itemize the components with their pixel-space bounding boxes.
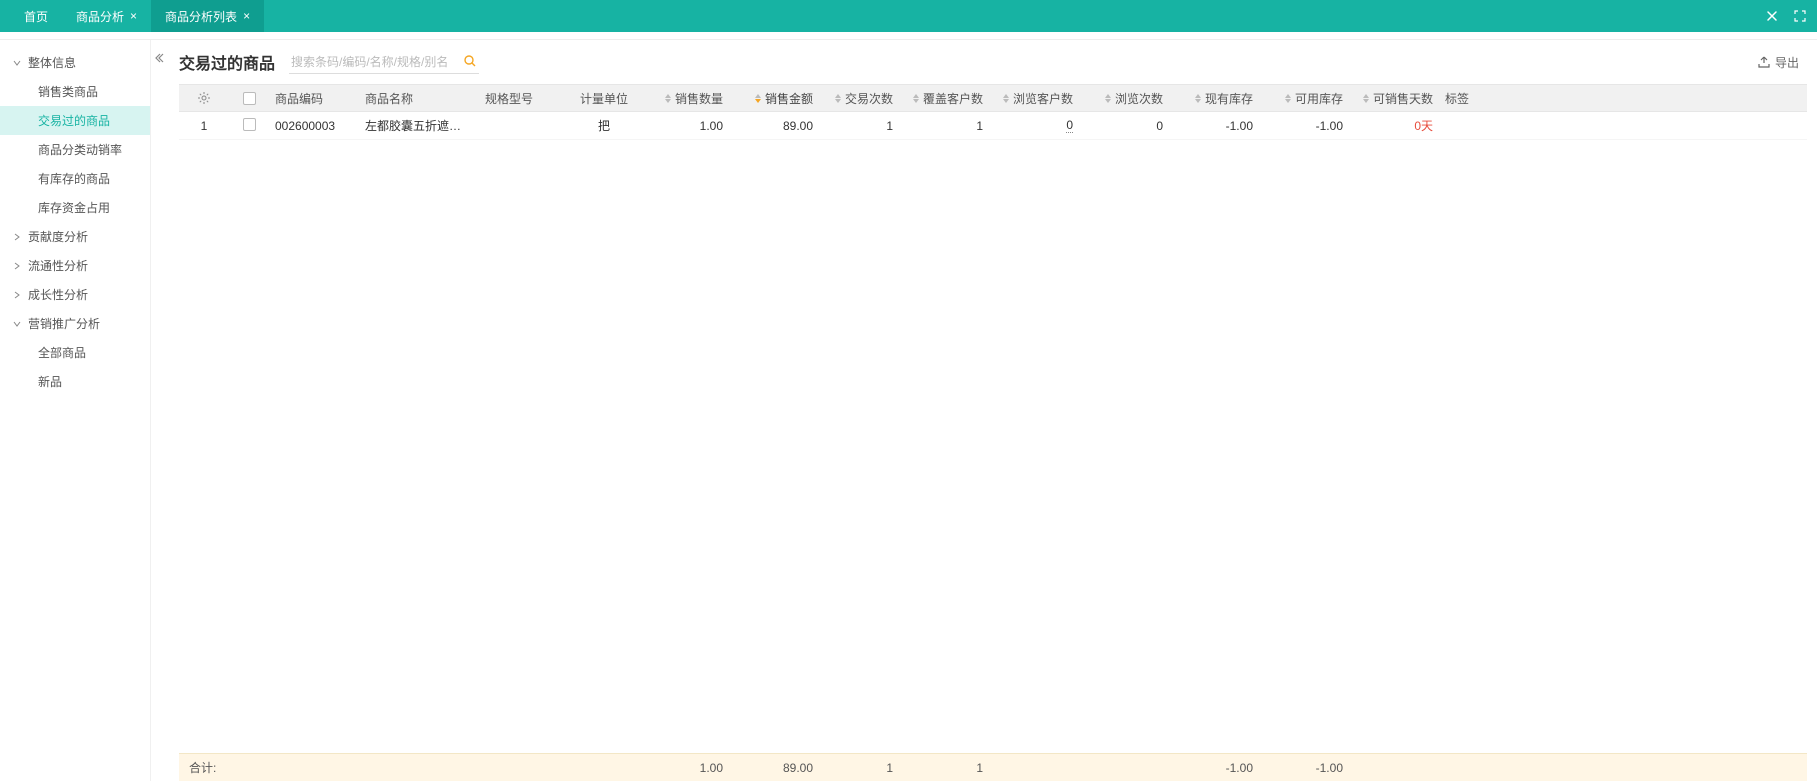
sidebar-group-marketing: 营销推广分析 全部商品 新品 bbox=[0, 309, 150, 396]
chevron-down-icon bbox=[12, 320, 22, 328]
td-code: 002600003 bbox=[269, 119, 359, 133]
td-unit: 把 bbox=[569, 117, 639, 134]
table: 商品编码 商品名称 规格型号 计量单位 销售数量 销售金额 交易次数 覆盖客户数… bbox=[151, 84, 1807, 781]
chevron-down-icon bbox=[12, 59, 22, 67]
sidebar-group-contribution: 贡献度分析 bbox=[0, 222, 150, 251]
th-sale-amt[interactable]: 销售金额 bbox=[729, 90, 819, 107]
sidebar-group-label: 流通性分析 bbox=[28, 257, 88, 274]
sidebar-item-instock-products[interactable]: 有库存的商品 bbox=[0, 164, 150, 193]
th-gear[interactable] bbox=[179, 91, 229, 105]
sidebar-group-header[interactable]: 贡献度分析 bbox=[0, 222, 150, 251]
sidebar-group-growth: 成长性分析 bbox=[0, 280, 150, 309]
td-view-cust: 0 bbox=[989, 118, 1079, 133]
sidebar-group-label: 成长性分析 bbox=[28, 286, 88, 303]
fullscreen-icon[interactable] bbox=[1791, 7, 1809, 25]
td-days: 0天 bbox=[1349, 117, 1439, 134]
td-checkbox[interactable] bbox=[229, 118, 269, 134]
footer-sale-qty: 1.00 bbox=[639, 761, 729, 775]
footer-customers: 1 bbox=[899, 761, 989, 775]
sidebar-group-label: 营销推广分析 bbox=[28, 315, 100, 332]
page-title: 交易过的商品 bbox=[179, 50, 275, 74]
th-code[interactable]: 商品编码 bbox=[269, 90, 359, 107]
main: 交易过的商品 导出 bbox=[150, 40, 1817, 781]
tab-home[interactable]: 首页 bbox=[10, 0, 62, 32]
td-sale-amt: 89.00 bbox=[729, 119, 819, 133]
sidebar-group-header[interactable]: 成长性分析 bbox=[0, 280, 150, 309]
sidebar-group-liquidity: 流通性分析 bbox=[0, 251, 150, 280]
td-avail: -1.00 bbox=[1259, 119, 1349, 133]
sidebar-group-label: 贡献度分析 bbox=[28, 228, 88, 245]
th-unit[interactable]: 计量单位 bbox=[569, 90, 639, 107]
export-label: 导出 bbox=[1775, 54, 1799, 71]
td-views: 0 bbox=[1079, 119, 1169, 133]
collapse-sidebar-button[interactable] bbox=[149, 46, 169, 70]
th-stock[interactable]: 现有库存 bbox=[1169, 90, 1259, 107]
export-button[interactable]: 导出 bbox=[1757, 54, 1799, 71]
sidebar-item-traded-products[interactable]: 交易过的商品 bbox=[0, 106, 150, 135]
gear-icon bbox=[197, 91, 211, 105]
search-input[interactable] bbox=[289, 51, 479, 73]
footer-stock: -1.00 bbox=[1169, 761, 1259, 775]
footer-avail: -1.00 bbox=[1259, 761, 1349, 775]
sidebar-group-header[interactable]: 流通性分析 bbox=[0, 251, 150, 280]
tab-label: 商品分析列表 bbox=[165, 8, 237, 25]
table-header: 商品编码 商品名称 规格型号 计量单位 销售数量 销售金额 交易次数 覆盖客户数… bbox=[179, 84, 1807, 112]
checkbox-icon bbox=[243, 118, 256, 131]
page-header: 交易过的商品 导出 bbox=[151, 46, 1807, 84]
sidebar-group-header[interactable]: 营销推广分析 bbox=[0, 309, 150, 338]
td-customers: 1 bbox=[899, 119, 989, 133]
sidebar-group-header[interactable]: 整体信息 bbox=[0, 48, 150, 77]
tab-product-analysis[interactable]: 商品分析 × bbox=[62, 0, 151, 32]
tabbar-right bbox=[1763, 0, 1817, 32]
tab-bar: 首页 商品分析 × 商品分析列表 × bbox=[0, 0, 1817, 32]
close-all-icon[interactable] bbox=[1763, 7, 1781, 25]
th-spec[interactable]: 规格型号 bbox=[479, 90, 569, 107]
table-footer: 合计: 1.00 89.00 1 1 -1.00 -1.00 bbox=[179, 753, 1807, 781]
sidebar-item-category-turnover[interactable]: 商品分类动销率 bbox=[0, 135, 150, 164]
sidebar-item-all-products[interactable]: 全部商品 bbox=[0, 338, 150, 367]
search-icon[interactable] bbox=[463, 54, 477, 68]
search-field-wrap bbox=[289, 51, 479, 74]
td-idx: 1 bbox=[179, 119, 229, 133]
close-icon[interactable]: × bbox=[130, 10, 137, 22]
th-views[interactable]: 浏览次数 bbox=[1079, 90, 1169, 107]
sidebar-group-overview: 整体信息 销售类商品 交易过的商品 商品分类动销率 有库存的商品 库存资金占用 bbox=[0, 48, 150, 222]
table-body: 1 002600003 左都胶囊五折遮阳伞防晒伞; 把 1.00 89.00 1… bbox=[179, 112, 1807, 753]
chevron-right-icon bbox=[12, 262, 22, 270]
th-trades[interactable]: 交易次数 bbox=[819, 90, 899, 107]
footer-trades: 1 bbox=[819, 761, 899, 775]
sidebar-item-stock-capital[interactable]: 库存资金占用 bbox=[0, 193, 150, 222]
th-checkbox[interactable] bbox=[229, 92, 269, 105]
body: 整体信息 销售类商品 交易过的商品 商品分类动销率 有库存的商品 库存资金占用 … bbox=[0, 40, 1817, 781]
th-name[interactable]: 商品名称 bbox=[359, 90, 479, 107]
sidebar-item-sales-products[interactable]: 销售类商品 bbox=[0, 77, 150, 106]
sidebar-item-new-products[interactable]: 新品 bbox=[0, 367, 150, 396]
th-avail[interactable]: 可用库存 bbox=[1259, 90, 1349, 107]
th-days[interactable]: 可销售天数 bbox=[1349, 90, 1439, 107]
checkbox-icon bbox=[243, 92, 256, 105]
tab-product-analysis-list[interactable]: 商品分析列表 × bbox=[151, 0, 264, 32]
sidebar: 整体信息 销售类商品 交易过的商品 商品分类动销率 有库存的商品 库存资金占用 … bbox=[0, 40, 150, 781]
table-row[interactable]: 1 002600003 左都胶囊五折遮阳伞防晒伞; 把 1.00 89.00 1… bbox=[179, 112, 1807, 140]
chevron-right-icon bbox=[12, 233, 22, 241]
chevron-right-icon bbox=[12, 291, 22, 299]
td-stock: -1.00 bbox=[1169, 119, 1259, 133]
top-separator bbox=[0, 32, 1817, 40]
app-root: 首页 商品分析 × 商品分析列表 × bbox=[0, 0, 1817, 781]
th-tag[interactable]: 标签 bbox=[1439, 90, 1807, 107]
footer-sale-amt: 89.00 bbox=[729, 761, 819, 775]
th-sale-qty[interactable]: 销售数量 bbox=[639, 90, 729, 107]
td-sale-qty: 1.00 bbox=[639, 119, 729, 133]
footer-label: 合计: bbox=[179, 759, 229, 776]
td-name: 左都胶囊五折遮阳伞防晒伞; bbox=[359, 117, 479, 134]
th-customers[interactable]: 覆盖客户数 bbox=[899, 90, 989, 107]
close-icon[interactable]: × bbox=[243, 10, 250, 22]
th-view-cust[interactable]: 浏览客户数 bbox=[989, 90, 1079, 107]
tab-label: 首页 bbox=[24, 8, 48, 25]
td-trades: 1 bbox=[819, 119, 899, 133]
sidebar-group-label: 整体信息 bbox=[28, 54, 76, 71]
tab-label: 商品分析 bbox=[76, 8, 124, 25]
